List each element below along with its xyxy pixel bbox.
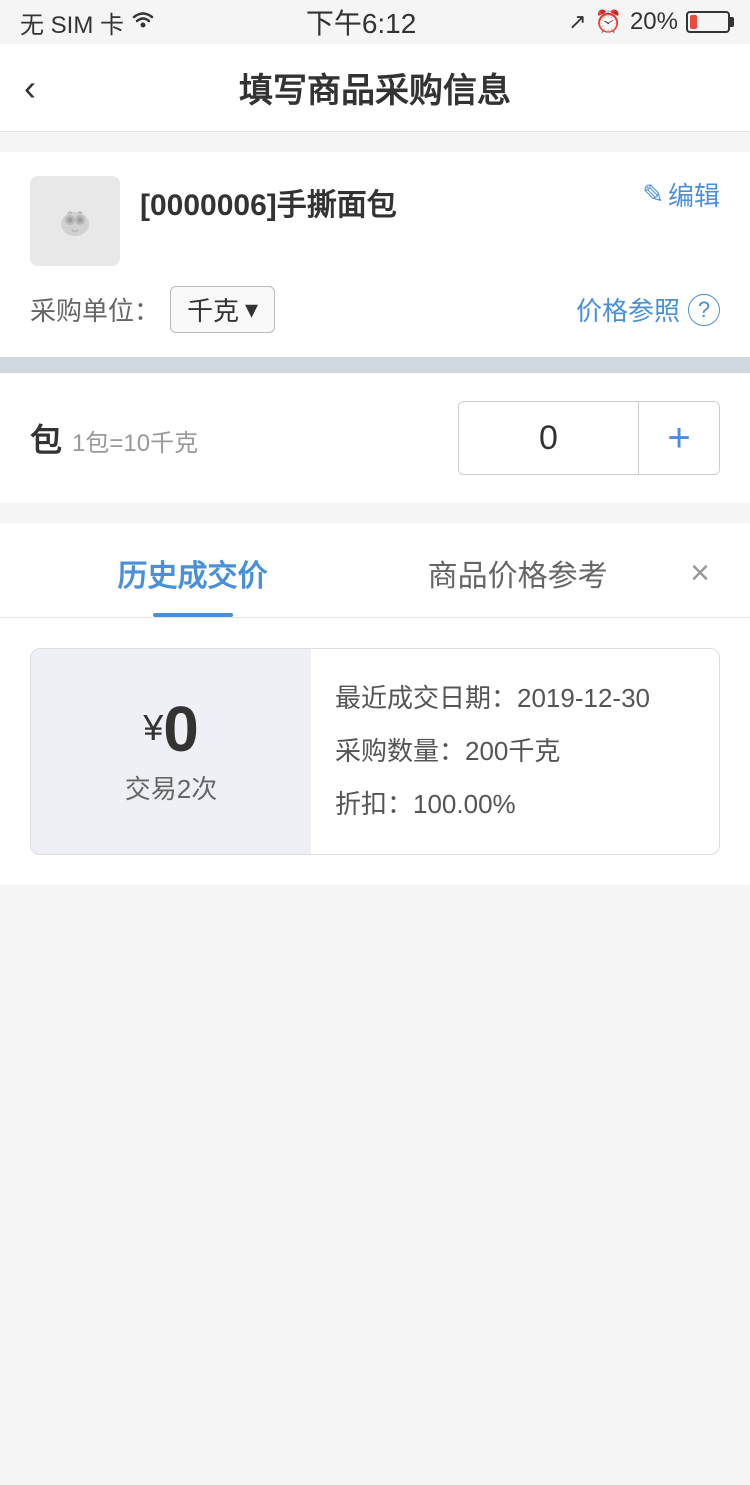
purchase-qty-row: 采购数量：200千克: [335, 732, 695, 771]
quantity-control: +: [458, 401, 720, 475]
page-background: [0, 885, 750, 1485]
purchase-unit-label: 采购单位：: [30, 291, 160, 328]
history-card-right: 最近成交日期：2019-12-30 采购数量：200千克 折扣：100.00%: [311, 649, 719, 854]
discount-row: 折扣：100.00%: [335, 785, 695, 824]
tabs-header: 历史成交价 商品价格参考 ×: [0, 523, 750, 617]
tabs-container: 历史成交价 商品价格参考 ×: [0, 523, 750, 618]
price-value: 0: [163, 697, 199, 761]
history-content: ¥ 0 交易2次 最近成交日期：2019-12-30 采购数量：200千克 折扣…: [0, 618, 750, 885]
status-time: 下午6:12: [306, 2, 417, 42]
purchase-qty-label: 采购数量：: [335, 736, 465, 766]
quantity-plus-button[interactable]: +: [639, 402, 719, 474]
status-right: ↗ ⏰ 20%: [568, 8, 730, 36]
quantity-unit: 包: [30, 415, 62, 461]
product-card: [0000006]手撕面包 ✎ 编辑 采购单位： 千克 ▾ 价格参照 ?: [0, 152, 750, 357]
alarm-icon: ⏰: [595, 9, 622, 35]
tab-history-label: 历史成交价: [118, 560, 268, 593]
status-left: 无 SIM 卡: [20, 5, 154, 40]
quantity-input[interactable]: [459, 402, 639, 474]
product-header: [0000006]手撕面包 ✎ 编辑: [30, 176, 720, 266]
purchase-qty-value: 200千克: [465, 736, 560, 766]
purchase-unit-left: 采购单位： 千克 ▾: [30, 286, 275, 333]
section-divider: [0, 357, 750, 373]
tab-price-ref-label: 商品价格参考: [428, 560, 608, 593]
battery-percent: 20%: [630, 8, 678, 36]
product-info: [0000006]手撕面包: [140, 176, 397, 224]
nav-bar: ‹ 填写商品采购信息: [0, 44, 750, 132]
battery-icon: [686, 11, 730, 33]
back-button[interactable]: ‹: [24, 67, 36, 109]
discount-value: 100.00%: [413, 789, 516, 819]
edit-label: 编辑: [668, 176, 720, 213]
unit-value: 千克: [187, 291, 239, 328]
quantity-label: 包 1包=10千克: [30, 415, 198, 461]
status-bar: 无 SIM 卡 下午6:12 ↗ ⏰ 20%: [0, 0, 750, 44]
product-left: [0000006]手撕面包: [30, 176, 397, 266]
edit-icon: ✎: [642, 179, 664, 210]
quantity-row: 包 1包=10千克 +: [0, 373, 750, 503]
recent-date-value: 2019-12-30: [517, 683, 650, 713]
history-trades-count: 交易2次: [125, 769, 217, 806]
page-title: 填写商品采购信息: [239, 63, 511, 112]
location-icon: ↗: [568, 9, 586, 35]
tabs-close-button[interactable]: ×: [680, 526, 720, 615]
sim-icon: [132, 8, 154, 36]
purchase-unit-row: 采购单位： 千克 ▾ 价格参照 ?: [30, 286, 720, 333]
product-logo: [50, 196, 100, 246]
tab-price-reference[interactable]: 商品价格参考: [355, 523, 680, 617]
recent-date-label: 最近成交日期：: [335, 683, 517, 713]
recent-date-row: 最近成交日期：2019-12-30: [335, 679, 695, 718]
tab-history-price[interactable]: 历史成交价: [30, 523, 355, 617]
price-ref-label: 价格参照: [576, 291, 680, 328]
carrier-label: 无 SIM 卡: [20, 5, 124, 40]
history-card: ¥ 0 交易2次 最近成交日期：2019-12-30 采购数量：200千克 折扣…: [30, 648, 720, 855]
price-ref-button[interactable]: 价格参照 ?: [576, 291, 720, 328]
history-price-display: ¥ 0: [143, 697, 199, 761]
quantity-conversion: 1包=10千克: [72, 423, 198, 458]
discount-label: 折扣：: [335, 789, 413, 819]
price-symbol: ¥: [143, 707, 163, 749]
dropdown-icon: ▾: [245, 294, 258, 325]
product-thumbnail: [30, 176, 120, 266]
unit-select[interactable]: 千克 ▾: [170, 286, 275, 333]
edit-button[interactable]: ✎ 编辑: [642, 176, 720, 213]
help-icon: ?: [688, 294, 720, 326]
product-name: [0000006]手撕面包: [140, 180, 397, 224]
history-card-left: ¥ 0 交易2次: [31, 649, 311, 854]
